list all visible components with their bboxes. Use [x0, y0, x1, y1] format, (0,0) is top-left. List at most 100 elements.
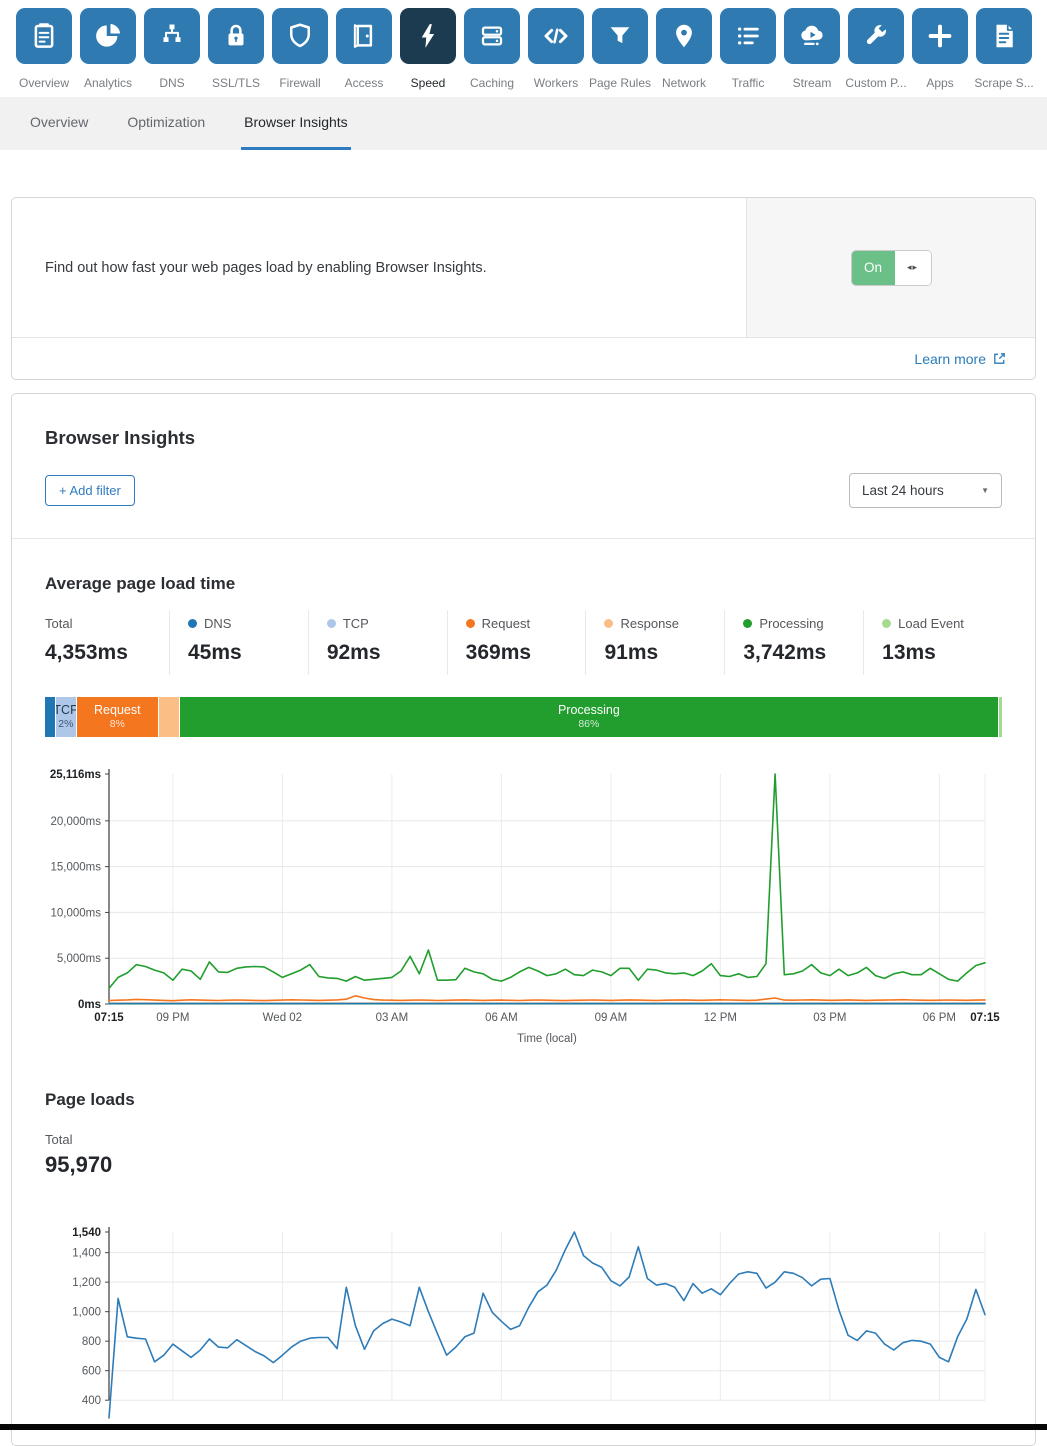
enable-card: Find out how fast your web pages load by…: [11, 197, 1036, 380]
stat-label: Request: [481, 616, 531, 631]
stat-tcp: TCP 92ms: [307, 610, 447, 675]
bar-segment-response: [158, 697, 179, 737]
toggle-arrows-icon: ◂▸: [906, 262, 919, 272]
svg-text:03 PM: 03 PM: [813, 1012, 846, 1024]
nav-item-label: Workers: [533, 76, 579, 90]
nav-item-network[interactable]: Network: [652, 8, 716, 90]
card-title: Browser Insights: [45, 427, 196, 448]
nav-item-traffic[interactable]: Traffic: [716, 8, 780, 90]
nav-item-caching[interactable]: Caching: [460, 8, 524, 90]
nav-item-apps[interactable]: Apps: [908, 8, 972, 90]
svg-text:1,000: 1,000: [72, 1307, 101, 1319]
stat-label: Total: [45, 616, 73, 631]
nav-item-custom-p[interactable]: Custom P...: [844, 8, 908, 90]
nav-item-label: Scrape S...: [974, 76, 1034, 90]
nav-item-label: Overview: [18, 76, 69, 90]
nav-item-scrape-s[interactable]: Scrape S...: [972, 8, 1036, 90]
page-loads-total-value: 95,970: [45, 1152, 113, 1177]
stat-label: TCP: [342, 616, 369, 631]
tab-overview[interactable]: Overview: [27, 97, 91, 150]
stat-value: 91ms: [604, 641, 659, 664]
nav-item-stream[interactable]: Stream: [780, 8, 844, 90]
page-loads-chart: 1,540 1,400 1,200 1,000 800 600 400: [45, 1224, 1002, 1425]
tab-browser-insights[interactable]: Browser Insights: [241, 97, 351, 150]
learn-more-link[interactable]: Learn more: [914, 351, 1007, 367]
nav-item-analytics[interactable]: Analytics: [76, 8, 140, 90]
svg-text:15,000ms: 15,000ms: [50, 862, 101, 874]
nav-item-dns[interactable]: DNS: [140, 8, 204, 90]
legend-dot-icon: [604, 619, 614, 628]
load-time-chart: 0ms 5,000ms 10,000ms 15,000ms 20,000ms 25,116…: [45, 757, 1002, 1054]
nav-item-label: Traffic: [731, 76, 765, 90]
stat-label: Response: [620, 616, 680, 631]
avg-load-title: Average page load time: [45, 574, 236, 593]
nav-item-label: Firewall: [279, 76, 321, 90]
stat-value: 13ms: [882, 641, 936, 664]
pie-chart-icon: [80, 8, 136, 64]
toggle-on-label[interactable]: On: [851, 250, 895, 285]
nav-item-label: DNS: [159, 76, 185, 90]
cloud-play-icon: [784, 8, 840, 64]
stat-label: Processing: [759, 616, 824, 631]
page-loads-title: Page loads: [45, 1090, 135, 1109]
toggle-knob[interactable]: ◂▸: [894, 250, 931, 285]
svg-text:06 AM: 06 AM: [485, 1012, 518, 1024]
nav-item-firewall[interactable]: Firewall: [268, 8, 332, 90]
lock-icon: [208, 8, 264, 64]
toggle-panel: On ◂▸: [746, 198, 1035, 337]
plus-icon: [912, 8, 968, 64]
browser-insights-toggle[interactable]: On ◂▸: [850, 249, 932, 286]
nav-item-workers[interactable]: Workers: [524, 8, 588, 90]
svg-text:1,540: 1,540: [72, 1227, 101, 1239]
bar-segment-dns: [45, 697, 55, 737]
bar-segment-tcp: TCP 2%: [55, 697, 76, 737]
dns-tree-icon: [144, 8, 200, 64]
app-icon-nav: Overview Analytics DNS SSL/TLS Firewall Acces…: [0, 0, 1047, 90]
bar-segment-percent: 2%: [58, 718, 74, 730]
nav-item-page-rules[interactable]: Page Rules: [588, 8, 652, 90]
stat-processing: Processing 3,742ms: [724, 610, 863, 675]
add-filter-button[interactable]: + Add filter: [45, 475, 135, 506]
time-range-select[interactable]: Last 24 hours ▼: [849, 473, 1002, 508]
bar-segment-percent: 86%: [578, 718, 600, 730]
wrench-icon: [848, 8, 904, 64]
nav-item-ssl-tls[interactable]: SSL/TLS: [204, 8, 268, 90]
nav-item-label: SSL/TLS: [211, 76, 261, 90]
stat-value: 4,353ms: [45, 641, 128, 664]
nav-item-label: Network: [661, 76, 706, 90]
svg-text:25,116ms: 25,116ms: [50, 769, 101, 781]
svg-text:800: 800: [82, 1336, 101, 1348]
svg-text:1,200: 1,200: [72, 1277, 101, 1289]
legend-dot-icon: [188, 619, 197, 628]
lightning-icon: [400, 8, 456, 64]
nav-item-access[interactable]: Access: [332, 8, 396, 90]
stat-value: 92ms: [326, 641, 381, 664]
svg-text:09 AM: 09 AM: [595, 1012, 628, 1024]
legend-dot-icon: [326, 619, 336, 628]
nav-item-speed[interactable]: Speed: [396, 8, 460, 90]
location-pin-icon: [656, 8, 712, 64]
door-icon: [336, 8, 392, 64]
svg-text:Wed 02: Wed 02: [263, 1012, 302, 1024]
legend-dot-icon: [882, 619, 892, 628]
svg-text:07:15: 07:15: [970, 1012, 1000, 1024]
tab-optimization[interactable]: Optimization: [124, 97, 208, 150]
stat-dns: DNS 45ms: [169, 610, 308, 675]
stat-label: Load Event: [898, 616, 964, 631]
svg-text:03 AM: 03 AM: [376, 1012, 409, 1024]
svg-text:20,000ms: 20,000ms: [50, 816, 101, 828]
svg-text:07:15: 07:15: [94, 1012, 124, 1024]
svg-text:10,000ms: 10,000ms: [50, 907, 101, 919]
nav-item-overview[interactable]: Overview: [12, 8, 76, 90]
svg-text:5,000ms: 5,000ms: [57, 953, 101, 965]
code-brackets-icon: [528, 8, 584, 64]
server-icon: [464, 8, 520, 64]
nav-item-label: Custom P...: [845, 76, 907, 90]
bar-segment-request: Request 8%: [76, 697, 158, 737]
nav-item-label: Apps: [926, 76, 954, 90]
svg-text:1,400: 1,400: [72, 1248, 101, 1260]
stat-value: 45ms: [188, 641, 242, 664]
bar-segment-processing: Processing 86%: [179, 697, 999, 737]
nav-item-label: Speed: [410, 76, 446, 90]
stat-value: 369ms: [465, 641, 532, 664]
